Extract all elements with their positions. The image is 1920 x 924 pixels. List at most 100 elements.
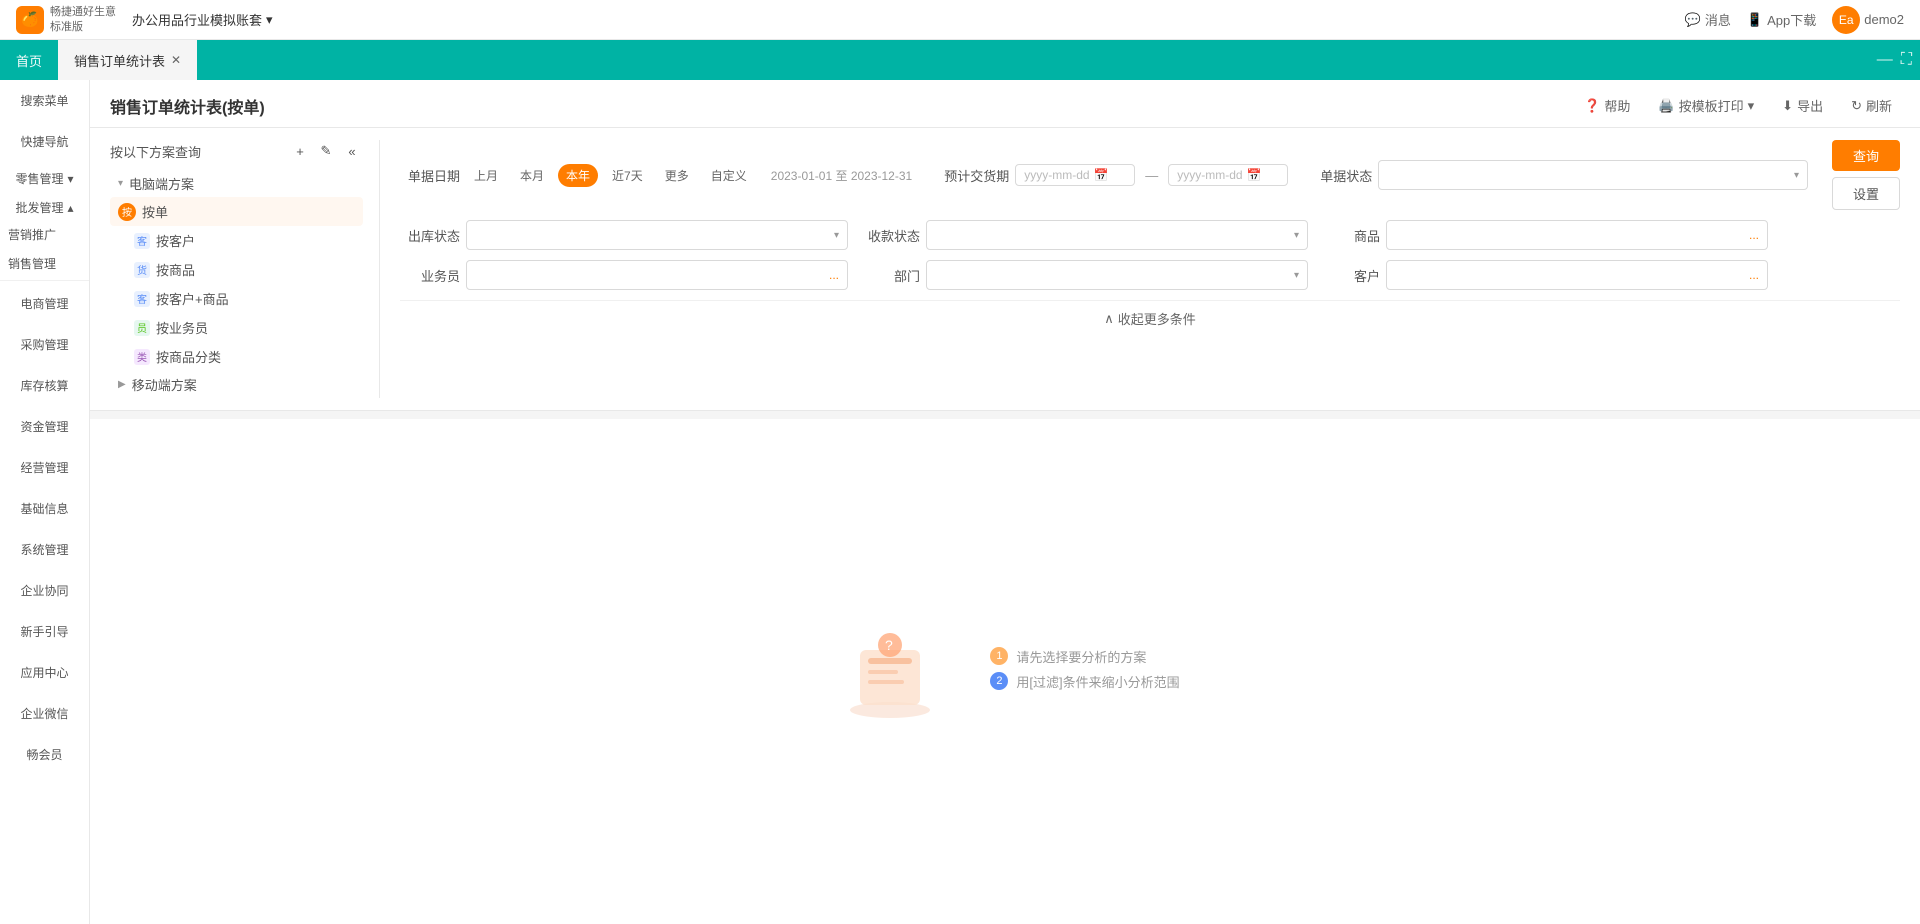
download-icon: 📱 xyxy=(1747,12,1763,28)
goods-more-btn[interactable]: ... xyxy=(1749,228,1759,242)
expected-date-end[interactable]: yyyy-mm-dd 📅 xyxy=(1168,164,1288,186)
tab-maximize-icon[interactable]: ⛶ xyxy=(1901,51,1912,69)
filter-wrapper: 按以下方案查询 + ✎ « xyxy=(110,140,1900,398)
filter-row-3: 业务员 ... 部门 ▾ xyxy=(400,260,1900,290)
sidebar-item-guide[interactable]: 新手引导 xyxy=(0,611,89,652)
goods-label: 商品 xyxy=(1320,226,1380,245)
dept-chevron-icon: ▾ xyxy=(1294,270,1299,281)
app-selector[interactable]: 办公用品行业模拟账套 ▾ xyxy=(124,6,281,33)
sidebar-sub-sales[interactable]: 销售管理 xyxy=(0,249,89,278)
date-btn-custom[interactable]: 自定义 xyxy=(703,164,755,187)
customer-select[interactable]: ... xyxy=(1386,260,1768,290)
sidebar-item-member[interactable]: 畅会员 xyxy=(0,734,89,775)
date-btn-7days[interactable]: 近7天 xyxy=(604,164,651,187)
right-panel: 单据日期 上月 本月 本年 近7天 更多 自定义 2023-01-01 至 20… xyxy=(380,140,1900,398)
scheme-item-by-category[interactable]: 类 按商品分类 xyxy=(110,342,363,371)
tabbar: 首页 销售订单统计表 ✕ — ⛶ xyxy=(0,40,1920,80)
customer-more-btn[interactable]: ... xyxy=(1749,268,1759,282)
sidebar-item-retail[interactable]: 零售管理 ▾ xyxy=(0,162,89,191)
query-button[interactable]: 查询 xyxy=(1832,140,1900,171)
pay-status-chevron-icon: ▾ xyxy=(1294,230,1299,241)
sidebar-item-finance[interactable]: 资金管理 xyxy=(0,406,89,447)
scheme-icon-customer-goods: 客 xyxy=(134,291,150,307)
date-btn-more[interactable]: 更多 xyxy=(657,164,697,187)
goods-select[interactable]: ... xyxy=(1386,220,1768,250)
chevron-up-icon: ▴ xyxy=(67,201,73,215)
reset-button[interactable]: 设置 xyxy=(1832,177,1900,210)
left-panel-header: 按以下方案查询 + ✎ « xyxy=(110,140,363,162)
edit-scheme-button[interactable]: ✎ xyxy=(315,140,337,162)
page-header: 销售订单统计表(按单) ❓ 帮助 🖨️ 按模板打印 ▾ ⬇ 导出 ↻ 刷新 xyxy=(90,80,1920,128)
sidebar-item-system[interactable]: 系统管理 xyxy=(0,529,89,570)
sidebar-item-basic[interactable]: 基础信息 xyxy=(0,488,89,529)
scheme-item-by-order[interactable]: 按 按单 xyxy=(110,197,363,226)
sidebar-item-wholesale[interactable]: 批发管理 ▴ xyxy=(0,191,89,220)
tip-num-2: 2 xyxy=(990,672,1008,690)
scheme-icon-goods: 货 xyxy=(134,262,150,278)
main-layout: 搜索菜单 快捷导航 零售管理 ▾ 批发管理 ▴ 营销推广 销售管理 电商管理 采… xyxy=(0,80,1920,924)
empty-tip-1: 1 请先选择要分析的方案 xyxy=(990,647,1179,666)
date-label: 单据日期 xyxy=(400,166,460,185)
scheme-item-by-customer[interactable]: 客 按客户 xyxy=(110,226,363,255)
avatar: Ea xyxy=(1832,6,1860,34)
calendar-icon: 📅 xyxy=(1094,168,1109,182)
add-scheme-button[interactable]: + xyxy=(289,140,311,162)
expected-date-label: 预计交货期 xyxy=(944,166,1009,185)
sidebar-item-search[interactable]: 搜索菜单 xyxy=(0,80,89,121)
scheme-item-by-goods[interactable]: 货 按商品 xyxy=(110,255,363,284)
collapse-more-button[interactable]: ∧ 收起更多条件 xyxy=(400,300,1900,336)
tab-home[interactable]: 首页 xyxy=(0,40,58,80)
salesman-select[interactable]: ... xyxy=(466,260,848,290)
message-button[interactable]: 💬 消息 xyxy=(1685,10,1731,29)
logo-area: 🍊 畅捷通好生意 标准版 xyxy=(16,5,116,34)
date-btn-this-year[interactable]: 本年 xyxy=(558,164,598,187)
tab-minimize-icon[interactable]: — xyxy=(1877,51,1893,69)
sidebar-item-wechat[interactable]: 企业微信 xyxy=(0,693,89,734)
scheme-item-by-salesman[interactable]: 员 按业务员 xyxy=(110,313,363,342)
sidebar-item-ecommerce[interactable]: 电商管理 xyxy=(0,283,89,324)
status-select[interactable]: ▾ xyxy=(1378,160,1808,190)
svg-text:?: ? xyxy=(885,637,893,653)
filter-row-2: 出库状态 ▾ 收款状态 ▾ xyxy=(400,220,1900,250)
sidebar-item-quick-nav[interactable]: 快捷导航 xyxy=(0,121,89,162)
dept-label: 部门 xyxy=(860,266,920,285)
sidebar-item-operation[interactable]: 经营管理 xyxy=(0,447,89,488)
pay-status-label: 收款状态 xyxy=(860,226,920,245)
refresh-button[interactable]: ↻ 刷新 xyxy=(1843,92,1900,119)
user-avatar-area[interactable]: Ea demo2 xyxy=(1832,6,1904,34)
out-status-select[interactable]: ▾ xyxy=(466,220,848,250)
sidebar-item-inventory[interactable]: 库存核算 xyxy=(0,365,89,406)
sidebar-item-enterprise[interactable]: 企业协同 xyxy=(0,570,89,611)
sidebar-item-purchase[interactable]: 采购管理 xyxy=(0,324,89,365)
scheme-group-mobile: ▶ 移动端方案 xyxy=(110,371,363,398)
topbar: 🍊 畅捷通好生意 标准版 办公用品行业模拟账套 ▾ 💬 消息 📱 App下载 E… xyxy=(0,0,1920,40)
dept-select[interactable]: ▾ xyxy=(926,260,1308,290)
print-icon: 🖨️ xyxy=(1658,98,1674,114)
help-button[interactable]: ❓ 帮助 xyxy=(1576,92,1638,119)
date-btn-this-month[interactable]: 本月 xyxy=(512,164,552,187)
scheme-group-pc-header[interactable]: ▾ 电脑端方案 xyxy=(110,170,363,197)
export-button[interactable]: ⬇ 导出 xyxy=(1774,92,1831,119)
status-label: 单据状态 xyxy=(1320,166,1372,185)
date-range-text: 2023-01-01 至 2023-12-31 xyxy=(771,167,912,184)
out-status-label: 出库状态 xyxy=(400,226,460,245)
salesman-more-btn[interactable]: ... xyxy=(829,268,839,282)
collapse-panel-button[interactable]: « xyxy=(341,140,363,162)
status-chevron-icon: ▾ xyxy=(1794,170,1799,181)
print-button[interactable]: 🖨️ 按模板打印 ▾ xyxy=(1650,92,1762,119)
collapse-icon: ∧ xyxy=(1104,311,1114,327)
scheme-group-mobile-header[interactable]: ▶ 移动端方案 xyxy=(110,371,363,398)
empty-tip-2: 2 用[过滤]条件来缩小分析范围 xyxy=(990,672,1179,691)
app-download-button[interactable]: 📱 App下载 xyxy=(1747,10,1816,29)
sidebar-item-appcenter[interactable]: 应用中心 xyxy=(0,652,89,693)
left-panel: 按以下方案查询 + ✎ « xyxy=(110,140,380,398)
tab-close-icon[interactable]: ✕ xyxy=(171,53,181,67)
pay-status-select[interactable]: ▾ xyxy=(926,220,1308,250)
sidebar-sub-marketing[interactable]: 营销推广 xyxy=(0,220,89,249)
calendar-icon-2: 📅 xyxy=(1247,168,1262,182)
date-btn-last-month[interactable]: 上月 xyxy=(466,164,506,187)
scheme-item-by-customer-goods[interactable]: 客 按客户+商品 xyxy=(110,284,363,313)
topbar-right: 💬 消息 📱 App下载 Ea demo2 xyxy=(1685,6,1904,34)
tab-sales-order[interactable]: 销售订单统计表 ✕ xyxy=(58,40,197,80)
expected-date-start[interactable]: yyyy-mm-dd 📅 xyxy=(1015,164,1135,186)
